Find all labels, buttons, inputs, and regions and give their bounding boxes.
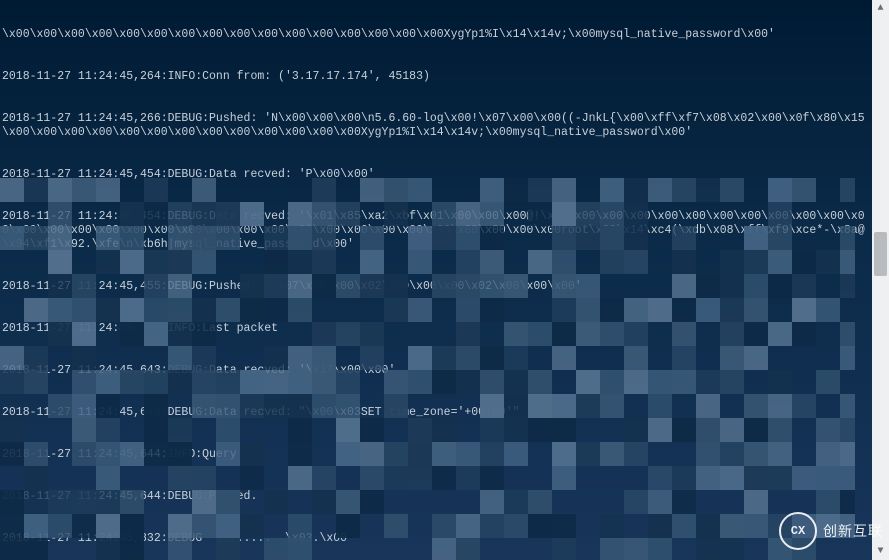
log-line: 2018-11-27 11:24:45,454:DEBUG:Data recve… bbox=[2, 168, 868, 182]
scrollbar-track[interactable] bbox=[872, 17, 889, 543]
log-line: 2018-11-27 11:24:45,644:INFO:Query bbox=[2, 448, 868, 462]
watermark-logo-icon: CX bbox=[779, 512, 817, 550]
log-line: 2018-11-27 11:24:45,643:DEBUG:Data recve… bbox=[2, 364, 868, 378]
log-line: 2018-11-27 11:24:45,644:DEBUG:Pushed. bbox=[2, 490, 868, 504]
log-line: 2018-11-27 11:24:45,832:DEBUG ........ \… bbox=[2, 532, 868, 546]
log-line: 2018-11-27 11:24:45,264:INFO:Conn from: … bbox=[2, 70, 868, 84]
log-line: \x00\x00\x00\x00\x00\x00\x00\x00\x00\x00… bbox=[2, 28, 868, 42]
log-line: 2018-11-27 11:24:45,454:DEBUG:Data recve… bbox=[2, 210, 868, 252]
log-line: 2018-11-27 11:24:45,455:INFO:Last packet bbox=[2, 322, 868, 336]
log-line: 2018-11-27 11:24:45,455:DEBUG:Pushed: '\… bbox=[2, 280, 868, 294]
terminal-output: \x00\x00\x00\x00\x00\x00\x00\x00\x00\x00… bbox=[0, 0, 872, 560]
log-line: 2018-11-27 11:24:45,266:DEBUG:Pushed: 'N… bbox=[2, 112, 868, 140]
vertical-scrollbar[interactable]: ▲ ▼ bbox=[872, 0, 889, 560]
arrow-glyph: ▲ bbox=[877, 2, 883, 16]
watermark-logo-text: CX bbox=[791, 524, 805, 538]
scroll-up-arrow-icon[interactable]: ▲ bbox=[872, 0, 889, 17]
watermark-label: 创新互联 bbox=[823, 524, 883, 538]
log-line: 2018-11-27 11:24:45,643:DEBUG:Data recve… bbox=[2, 406, 868, 420]
watermark: CX 创新互联 bbox=[779, 512, 883, 550]
scrollbar-thumb[interactable] bbox=[874, 232, 887, 276]
